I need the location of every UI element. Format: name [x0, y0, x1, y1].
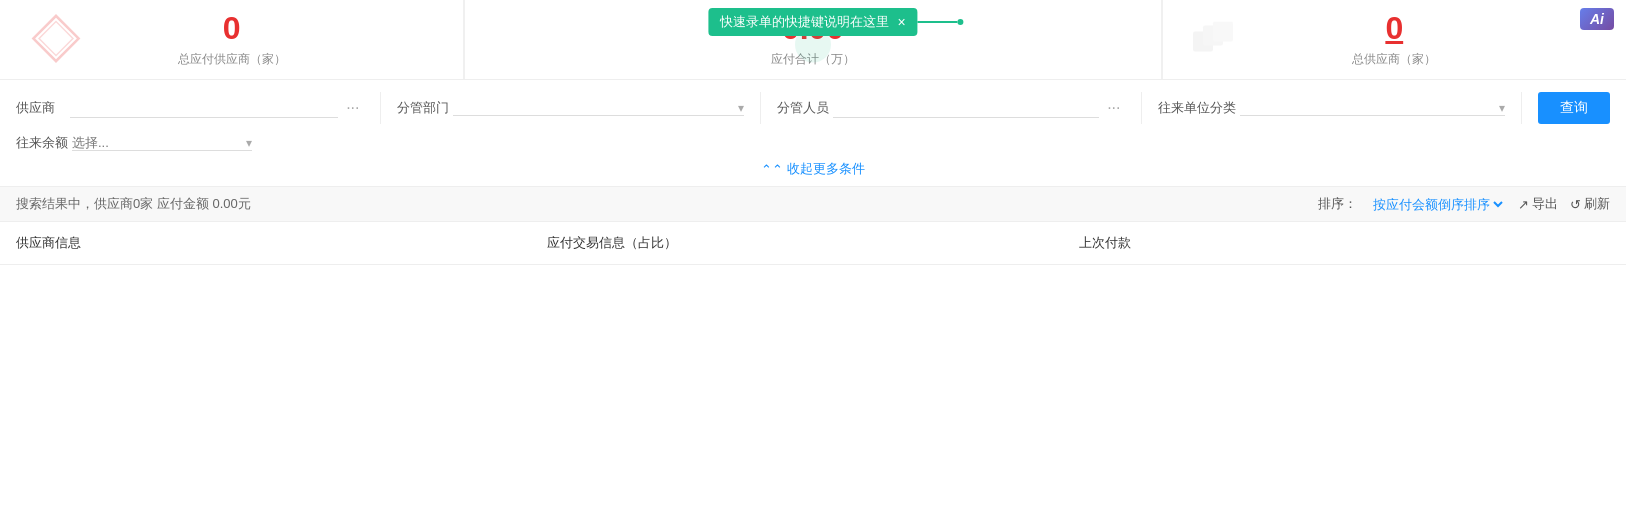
result-bar: 搜索结果中，供应商0家 应付金额 0.00元 排序： 按应付会额倒序排序 ↗ 导…: [0, 187, 1626, 222]
result-info: 搜索结果中，供应商0家 应付金额 0.00元: [16, 195, 251, 213]
balance-dropdown[interactable]: ▾: [72, 135, 252, 151]
filter-row-2: 往来余额 ▾: [16, 134, 1610, 152]
stat-payable-total: 快速录单的快捷键说明在这里 × 0.00 应付合计（万）: [465, 0, 1161, 79]
filter-bar: 供应商 ··· 分管部门 ▾ 分管人员 ··· 往来单位分类 ▾: [0, 80, 1626, 187]
sort-select[interactable]: 按应付会额倒序排序: [1369, 196, 1506, 213]
balance-input[interactable]: [72, 135, 246, 150]
supplier-payable-number: 0: [223, 11, 241, 46]
divider-3: [1141, 92, 1142, 124]
diamond-icon: [30, 12, 82, 64]
tooltip-close-button[interactable]: ×: [897, 15, 905, 29]
stat-supplier-payable: 0 总应付供应商（家）: [0, 0, 464, 79]
stat-total-supplier: 0 总供应商（家） Ai: [1163, 0, 1626, 79]
person-label: 分管人员: [777, 99, 829, 117]
tooltip-dot: [956, 17, 966, 27]
dept-dropdown[interactable]: ▾: [453, 100, 745, 116]
balance-chevron-icon: ▾: [246, 136, 252, 150]
table-header: 供应商信息 应付交易信息（占比） 上次付款: [0, 222, 1626, 265]
stats-bar: 0 总应付供应商（家） 快速录单的快捷键说明在这里 × 0.00 应付合计（万）: [0, 0, 1626, 80]
svg-rect-0: [33, 15, 78, 60]
dept-label: 分管部门: [397, 99, 449, 117]
export-label: 导出: [1532, 195, 1558, 213]
filter-row-1: 供应商 ··· 分管部门 ▾ 分管人员 ··· 往来单位分类 ▾: [16, 92, 1610, 124]
supplier-input[interactable]: [70, 98, 338, 118]
supplier-label: 供应商: [16, 99, 66, 117]
balance-filter-group: 往来余额 ▾: [16, 134, 336, 152]
refresh-icon: ↺: [1570, 197, 1581, 212]
dept-filter-group: 分管部门 ▾: [397, 99, 745, 117]
unit-class-input[interactable]: [1240, 100, 1500, 115]
collapse-row: ⌃⌃ 收起更多条件: [16, 156, 1610, 186]
supplier-dots-button[interactable]: ···: [342, 99, 363, 117]
tooltip-text: 快速录单的快捷键说明在这里: [720, 13, 889, 31]
divider-4: [1521, 92, 1522, 124]
total-supplier-label: 总供应商（家）: [1352, 51, 1436, 68]
supplier-filter-group: 供应商 ···: [16, 98, 364, 118]
supplier-icon: [1193, 21, 1243, 55]
collapse-label: 收起更多条件: [787, 160, 865, 178]
unit-class-filter-group: 往来单位分类 ▾: [1158, 99, 1506, 117]
export-button[interactable]: ↗ 导出: [1518, 195, 1558, 213]
unit-class-chevron-icon: ▾: [1499, 101, 1505, 115]
refresh-button[interactable]: ↺ 刷新: [1570, 195, 1610, 213]
sort-label: 排序：: [1318, 195, 1357, 213]
collapse-button[interactable]: ⌃⌃ 收起更多条件: [761, 160, 865, 178]
col-supplier-header: 供应商信息: [16, 234, 547, 252]
person-input[interactable]: [833, 98, 1099, 118]
divider-1: [380, 92, 381, 124]
supplier-payable-label: 总应付供应商（家）: [178, 51, 286, 68]
table-body: [0, 265, 1626, 515]
refresh-label: 刷新: [1584, 195, 1610, 213]
person-dots-button[interactable]: ···: [1103, 99, 1124, 117]
payable-total-label: 应付合计（万）: [771, 51, 855, 68]
result-actions: 排序： 按应付会额倒序排序 ↗ 导出 ↺ 刷新: [1318, 195, 1610, 213]
total-supplier-number: 0: [1385, 11, 1403, 46]
unit-class-label: 往来单位分类: [1158, 99, 1236, 117]
dept-chevron-icon: ▾: [738, 101, 744, 115]
collapse-up-icon: ⌃⌃: [761, 162, 783, 177]
col-lastpay-header: 上次付款: [1079, 234, 1610, 252]
balance-label: 往来余额: [16, 134, 68, 152]
tooltip-bar: 快速录单的快捷键说明在这里 ×: [708, 8, 917, 36]
ai-badge: Ai: [1580, 8, 1614, 30]
dept-input[interactable]: [453, 100, 739, 115]
divider-2: [760, 92, 761, 124]
query-button[interactable]: 查询: [1538, 92, 1610, 124]
person-filter-group: 分管人员 ···: [777, 98, 1125, 118]
unit-class-dropdown[interactable]: ▾: [1240, 100, 1506, 116]
export-icon: ↗: [1518, 197, 1529, 212]
svg-rect-7: [1213, 21, 1233, 41]
col-payable-header: 应付交易信息（占比）: [547, 234, 1078, 252]
